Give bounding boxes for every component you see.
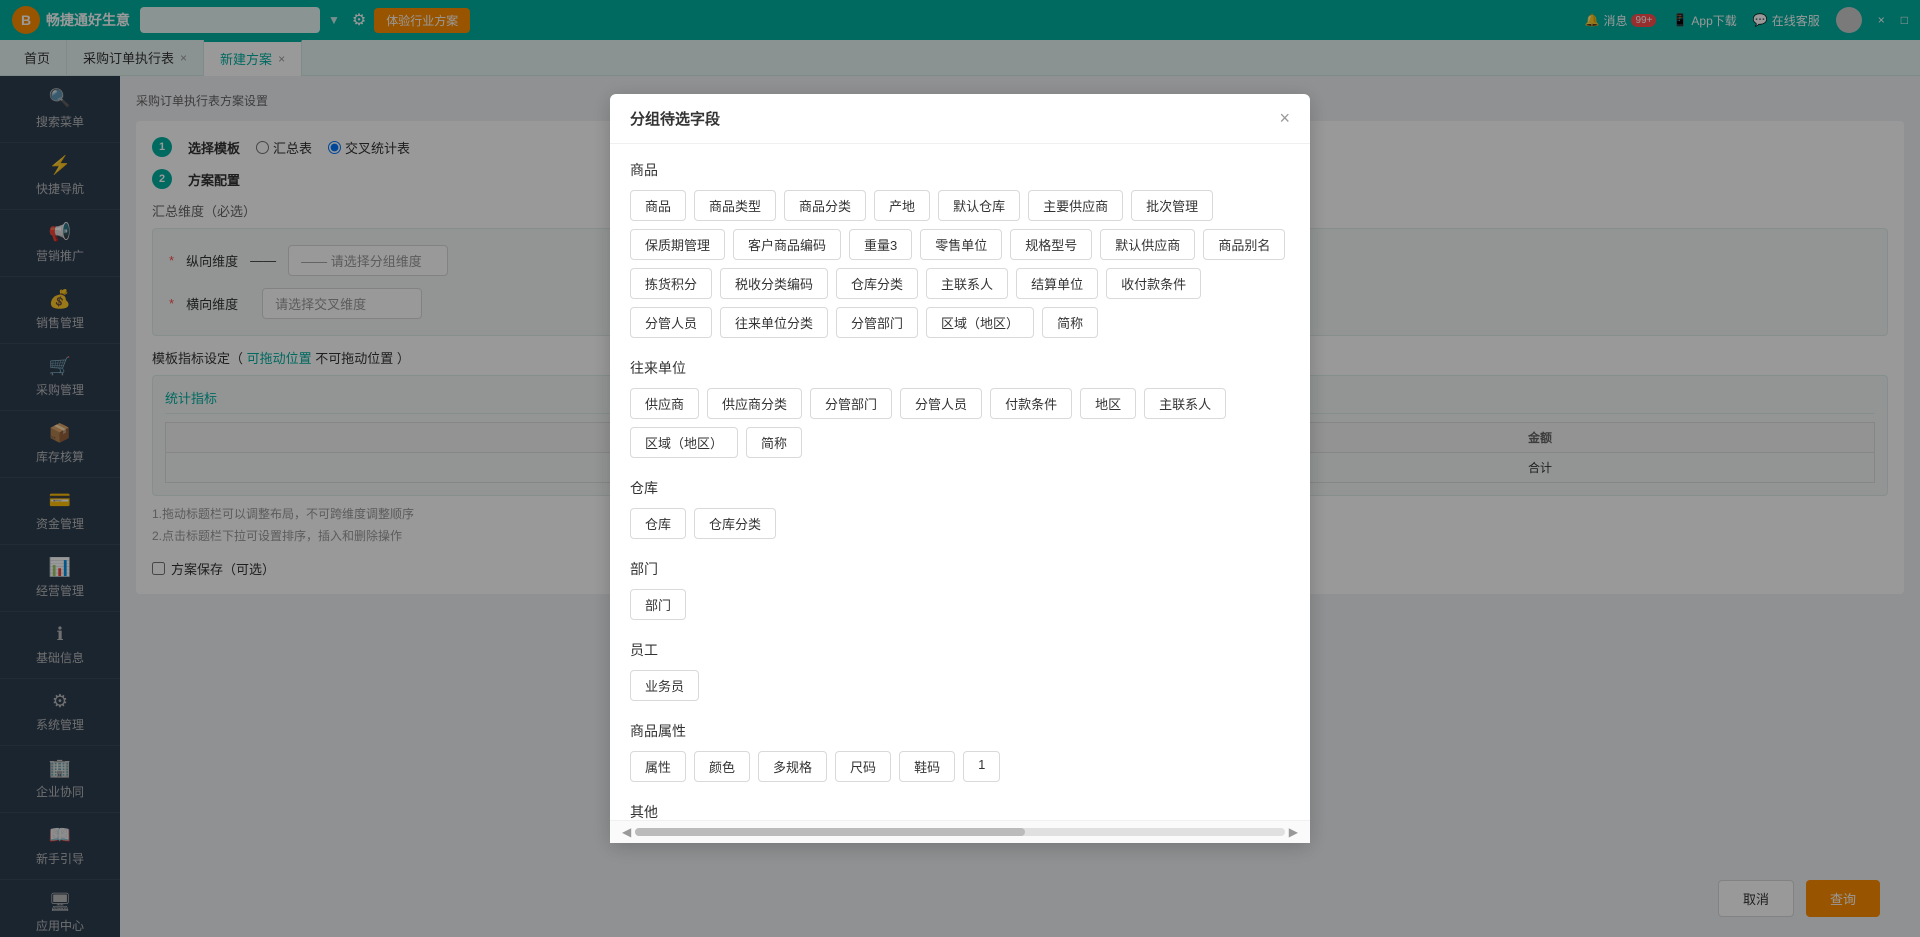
field-tag-supplier-category[interactable]: 供应商分类	[707, 388, 802, 419]
modal-title: 分组待选字段	[630, 108, 720, 129]
field-tag-partner-manager[interactable]: 分管人员	[900, 388, 982, 419]
field-tag-warehouse-category[interactable]: 仓库分类	[836, 268, 918, 299]
partner-section-title: 往来单位	[630, 358, 1290, 378]
hscroll-thumb	[635, 828, 1025, 836]
field-section-partner: 往来单位 供应商 供应商分类 分管部门 分管人员 付款条件 地区 主联系人 区域…	[630, 358, 1290, 458]
field-section-goods: 商品 商品 商品类型 商品分类 产地 默认仓库 主要供应商 批次管理 保质期管理…	[630, 160, 1290, 338]
field-tag-retail-unit[interactable]: 零售单位	[920, 229, 1002, 260]
field-tag-area[interactable]: 地区	[1080, 388, 1136, 419]
goods-attr-tags: 属性 颜色 多规格 尺码 鞋码 1	[630, 751, 1290, 782]
field-tag-dept[interactable]: 分管部门	[836, 307, 918, 338]
field-tag-goods[interactable]: 商品	[630, 190, 686, 221]
employee-section-title: 员工	[630, 640, 1290, 660]
field-tag-color[interactable]: 颜色	[694, 751, 750, 782]
field-tag-goods-type[interactable]: 商品类型	[694, 190, 776, 221]
hscroll-right-arrow[interactable]: ▶	[1285, 825, 1302, 839]
employee-tags: 业务员	[630, 670, 1290, 701]
field-section-other: 其他	[630, 802, 1290, 821]
modal-header: 分组待选字段 ×	[610, 94, 1310, 144]
field-tag-supplier[interactable]: 供应商	[630, 388, 699, 419]
field-tag-department[interactable]: 部门	[630, 589, 686, 620]
field-tag-pick-points[interactable]: 拣货积分	[630, 268, 712, 299]
field-tag-attr-1[interactable]: 1	[963, 751, 1000, 782]
field-tag-expiry-mgmt[interactable]: 保质期管理	[630, 229, 725, 260]
field-tag-partner-category[interactable]: 往来单位分类	[720, 307, 828, 338]
field-tag-size[interactable]: 尺码	[835, 751, 891, 782]
field-tag-salesperson[interactable]: 业务员	[630, 670, 699, 701]
field-tag-partner-contact[interactable]: 主联系人	[1144, 388, 1226, 419]
field-tag-settlement-unit[interactable]: 结算单位	[1016, 268, 1098, 299]
modal-close-btn[interactable]: ×	[1279, 109, 1290, 127]
dept-section-title: 部门	[630, 559, 1290, 579]
field-tag-short-name[interactable]: 简称	[1042, 307, 1098, 338]
goods-section-title: 商品	[630, 160, 1290, 180]
field-tag-shoe-size[interactable]: 鞋码	[899, 751, 955, 782]
field-tag-manager[interactable]: 分管人员	[630, 307, 712, 338]
field-tag-default-warehouse[interactable]: 默认仓库	[938, 190, 1020, 221]
field-tag-main-contact[interactable]: 主联系人	[926, 268, 1008, 299]
modal-hscroll: ◀ ▶	[610, 820, 1310, 843]
hscroll-left-arrow[interactable]: ◀	[618, 825, 635, 839]
field-section-warehouse: 仓库 仓库 仓库分类	[630, 478, 1290, 539]
field-tag-weight[interactable]: 重量3	[849, 229, 912, 260]
field-tag-warehouse[interactable]: 仓库	[630, 508, 686, 539]
field-tag-attribute[interactable]: 属性	[630, 751, 686, 782]
field-section-dept: 部门 部门	[630, 559, 1290, 620]
field-tag-default-supplier[interactable]: 默认供应商	[1100, 229, 1195, 260]
field-tag-payment-terms[interactable]: 收付款条件	[1106, 268, 1201, 299]
field-tag-pay-terms[interactable]: 付款条件	[990, 388, 1072, 419]
modal-overlay: 分组待选字段 × 商品 商品 商品类型 商品分类 产地 默认仓库 主要供应商 批…	[0, 0, 1920, 937]
warehouse-tags: 仓库 仓库分类	[630, 508, 1290, 539]
field-tag-origin[interactable]: 产地	[874, 190, 930, 221]
field-tag-partner-region[interactable]: 区域（地区）	[630, 427, 738, 458]
field-tag-region[interactable]: 区域（地区）	[926, 307, 1034, 338]
field-tag-goods-alias[interactable]: 商品别名	[1203, 229, 1285, 260]
field-tag-batch-mgmt[interactable]: 批次管理	[1131, 190, 1213, 221]
other-section-title: 其他	[630, 802, 1290, 821]
field-tag-tax-code[interactable]: 税收分类编码	[720, 268, 828, 299]
field-tag-main-supplier[interactable]: 主要供应商	[1028, 190, 1123, 221]
field-tag-wh-category[interactable]: 仓库分类	[694, 508, 776, 539]
field-tag-partner-short[interactable]: 简称	[746, 427, 802, 458]
warehouse-section-title: 仓库	[630, 478, 1290, 498]
field-section-goods-attr: 商品属性 属性 颜色 多规格 尺码 鞋码 1	[630, 721, 1290, 782]
dept-tags: 部门	[630, 589, 1290, 620]
hscroll-bar[interactable]	[635, 828, 1285, 836]
field-tag-goods-category[interactable]: 商品分类	[784, 190, 866, 221]
field-section-employee: 员工 业务员	[630, 640, 1290, 701]
goods-tags: 商品 商品类型 商品分类 产地 默认仓库 主要供应商 批次管理 保质期管理 客户…	[630, 190, 1290, 338]
partner-tags: 供应商 供应商分类 分管部门 分管人员 付款条件 地区 主联系人 区域（地区） …	[630, 388, 1290, 458]
field-tag-customer-code[interactable]: 客户商品编码	[733, 229, 841, 260]
field-tag-spec-model[interactable]: 规格型号	[1010, 229, 1092, 260]
field-tag-partner-dept[interactable]: 分管部门	[810, 388, 892, 419]
modal-body[interactable]: 商品 商品 商品类型 商品分类 产地 默认仓库 主要供应商 批次管理 保质期管理…	[610, 144, 1310, 821]
goods-attr-section-title: 商品属性	[630, 721, 1290, 741]
field-tag-multispec[interactable]: 多规格	[758, 751, 827, 782]
field-select-modal: 分组待选字段 × 商品 商品 商品类型 商品分类 产地 默认仓库 主要供应商 批…	[610, 94, 1310, 844]
